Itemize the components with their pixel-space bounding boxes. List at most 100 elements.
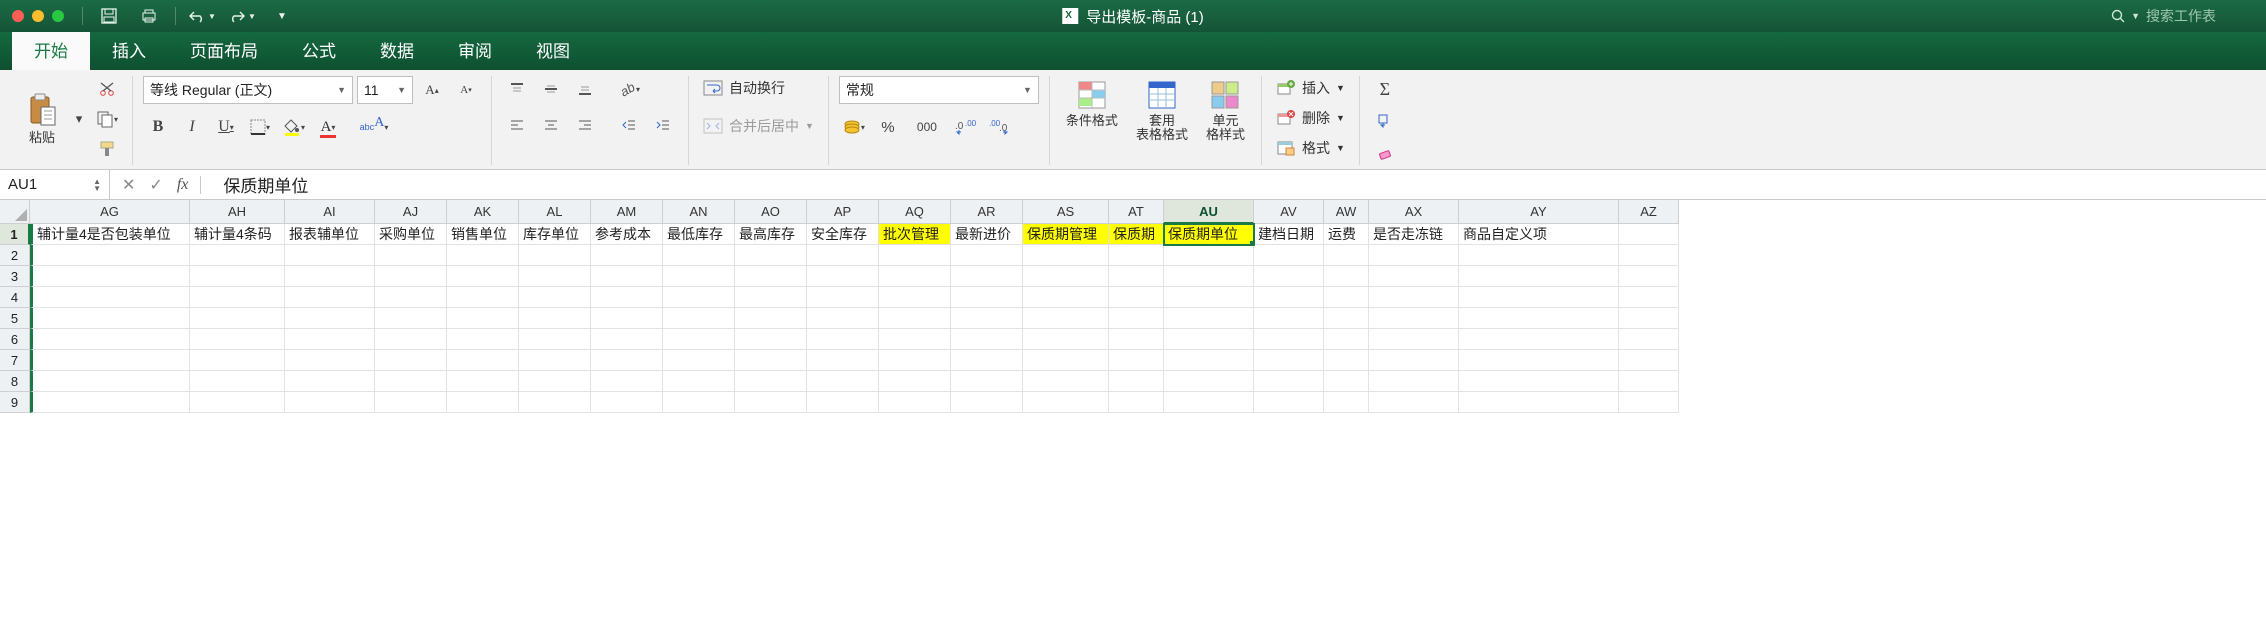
row-header-6[interactable]: 6 (0, 329, 30, 350)
cell-AM7[interactable] (591, 350, 663, 371)
cell-AL9[interactable] (519, 392, 591, 413)
cell-AK5[interactable] (447, 308, 519, 329)
cell-AY9[interactable] (1459, 392, 1619, 413)
cell-AQ8[interactable] (879, 371, 951, 392)
cell-AO4[interactable] (735, 287, 807, 308)
format-painter-button[interactable] (92, 136, 122, 162)
cell-AJ1[interactable]: 采购单位 (375, 224, 447, 245)
cell-AN4[interactable] (663, 287, 735, 308)
align-top-button[interactable] (502, 76, 532, 102)
cell-AL3[interactable] (519, 266, 591, 287)
align-middle-button[interactable] (536, 76, 566, 102)
cell-AU2[interactable] (1164, 245, 1254, 266)
decrease-font-button[interactable]: A▾ (451, 77, 481, 103)
column-header-AR[interactable]: AR (951, 200, 1023, 224)
maximize-window-button[interactable] (52, 10, 64, 22)
decrease-indent-button[interactable] (614, 112, 644, 138)
tab-data[interactable]: 数据 (358, 29, 436, 70)
cell-AX5[interactable] (1369, 308, 1459, 329)
cell-AJ3[interactable] (375, 266, 447, 287)
cell-AS9[interactable] (1023, 392, 1109, 413)
delete-cells-button[interactable]: 删除▼ (1272, 106, 1349, 130)
cell-AU5[interactable] (1164, 308, 1254, 329)
cell-AU9[interactable] (1164, 392, 1254, 413)
cell-AT3[interactable] (1109, 266, 1164, 287)
column-header-AZ[interactable]: AZ (1619, 200, 1679, 224)
cell-AZ9[interactable] (1619, 392, 1679, 413)
cell-AS7[interactable] (1023, 350, 1109, 371)
cell-AG3[interactable] (30, 266, 190, 287)
cell-AT4[interactable] (1109, 287, 1164, 308)
cell-AO7[interactable] (735, 350, 807, 371)
cell-AN6[interactable] (663, 329, 735, 350)
cell-AN9[interactable] (663, 392, 735, 413)
insert-cells-button[interactable]: 插入▼ (1272, 76, 1349, 100)
cell-AH7[interactable] (190, 350, 285, 371)
cell-AX7[interactable] (1369, 350, 1459, 371)
table-format-button[interactable]: 套用 表格格式 (1130, 76, 1194, 147)
cell-AM4[interactable] (591, 287, 663, 308)
cell-AL6[interactable] (519, 329, 591, 350)
cell-AT7[interactable] (1109, 350, 1164, 371)
cell-AO1[interactable]: 最高库存 (735, 224, 807, 245)
cell-AV8[interactable] (1254, 371, 1324, 392)
merge-center-button[interactable]: 合并后居中 ▼ (699, 114, 818, 138)
cell-AW1[interactable]: 运费 (1324, 224, 1369, 245)
cell-AN2[interactable] (663, 245, 735, 266)
column-header-AY[interactable]: AY (1459, 200, 1619, 224)
cell-AT5[interactable] (1109, 308, 1164, 329)
cell-AZ2[interactable] (1619, 245, 1679, 266)
cell-AS3[interactable] (1023, 266, 1109, 287)
border-button[interactable]: ▾ (245, 114, 275, 140)
cell-AV1[interactable]: 建档日期 (1254, 224, 1324, 245)
cell-AT2[interactable] (1109, 245, 1164, 266)
cell-AQ5[interactable] (879, 308, 951, 329)
cell-AV6[interactable] (1254, 329, 1324, 350)
cell-AH3[interactable] (190, 266, 285, 287)
cell-AK9[interactable] (447, 392, 519, 413)
cell-AV9[interactable] (1254, 392, 1324, 413)
undo-button[interactable]: ▼ (188, 5, 216, 27)
formula-input[interactable]: 保质期单位 (213, 172, 2266, 197)
save-button[interactable] (95, 5, 123, 27)
align-bottom-button[interactable] (570, 76, 600, 102)
cell-AP7[interactable] (807, 350, 879, 371)
cell-AU7[interactable] (1164, 350, 1254, 371)
percent-button[interactable]: % (873, 114, 903, 140)
column-header-AQ[interactable]: AQ (879, 200, 951, 224)
cell-AZ7[interactable] (1619, 350, 1679, 371)
cell-AQ6[interactable] (879, 329, 951, 350)
cell-AT8[interactable] (1109, 371, 1164, 392)
cell-AN5[interactable] (663, 308, 735, 329)
column-header-AJ[interactable]: AJ (375, 200, 447, 224)
cell-AL4[interactable] (519, 287, 591, 308)
cell-AW5[interactable] (1324, 308, 1369, 329)
decrease-decimal-button[interactable]: .00.0 (985, 114, 1015, 140)
column-header-AU[interactable]: AU (1164, 200, 1254, 224)
column-header-AH[interactable]: AH (190, 200, 285, 224)
cell-AP2[interactable] (807, 245, 879, 266)
print-button[interactable] (135, 5, 163, 27)
cell-AH8[interactable] (190, 371, 285, 392)
cell-AG6[interactable] (30, 329, 190, 350)
cell-AZ8[interactable] (1619, 371, 1679, 392)
number-format-combo[interactable]: 常规▼ (839, 76, 1039, 104)
cell-AQ1[interactable]: 批次管理 (879, 224, 951, 245)
cell-AJ8[interactable] (375, 371, 447, 392)
fill-button[interactable] (1370, 108, 1400, 134)
cell-AO2[interactable] (735, 245, 807, 266)
align-center-button[interactable] (536, 112, 566, 138)
conditional-format-button[interactable]: 条件格式 (1060, 76, 1124, 132)
cell-AX6[interactable] (1369, 329, 1459, 350)
cell-AJ2[interactable] (375, 245, 447, 266)
cell-AP1[interactable]: 安全库存 (807, 224, 879, 245)
cell-AJ6[interactable] (375, 329, 447, 350)
phonetic-button[interactable]: abcA▾ (359, 114, 389, 140)
cell-AS8[interactable] (1023, 371, 1109, 392)
cell-AP4[interactable] (807, 287, 879, 308)
cell-AZ3[interactable] (1619, 266, 1679, 287)
cell-AW2[interactable] (1324, 245, 1369, 266)
cell-AU8[interactable] (1164, 371, 1254, 392)
cell-AP6[interactable] (807, 329, 879, 350)
cell-AZ6[interactable] (1619, 329, 1679, 350)
